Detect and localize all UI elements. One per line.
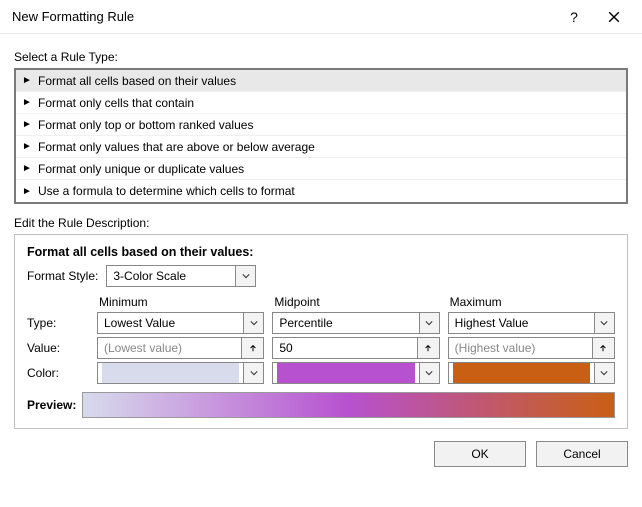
- arrow-icon: ►: [22, 97, 34, 108]
- help-button[interactable]: ?: [554, 3, 594, 31]
- dialog-content: Select a Rule Type: ► Format all cells b…: [0, 34, 642, 429]
- rule-type-item[interactable]: ► Format only cells that contain: [16, 92, 626, 114]
- range-picker-button[interactable]: [242, 337, 264, 359]
- rule-type-text: Format only unique or duplicate values: [38, 162, 244, 176]
- color-mid-swatch: [277, 363, 414, 383]
- type-max-value: Highest Value: [449, 316, 594, 330]
- chevron-down-icon: [419, 363, 439, 383]
- rule-type-text: Format only top or bottom ranked values: [38, 118, 253, 132]
- value-mid-text: 50: [273, 341, 416, 355]
- column-max-label: Maximum: [448, 295, 615, 309]
- dialog-title: New Formatting Rule: [12, 9, 554, 24]
- arrow-icon: ►: [22, 163, 34, 174]
- column-mid-label: Midpoint: [272, 295, 439, 309]
- rule-type-item[interactable]: ► Use a formula to determine which cells…: [16, 180, 626, 202]
- rule-description-box: Format all cells based on their values: …: [14, 234, 628, 429]
- value-max-placeholder: (Highest value): [449, 341, 592, 355]
- range-picker-button[interactable]: [418, 337, 440, 359]
- type-row-label: Type:: [27, 316, 89, 330]
- edit-rule-description-label: Edit the Rule Description:: [14, 216, 628, 230]
- type-max-select[interactable]: Highest Value: [448, 312, 615, 334]
- format-style-label: Format Style:: [27, 269, 98, 283]
- preview-label: Preview:: [27, 398, 76, 412]
- value-mid-input[interactable]: 50: [272, 337, 417, 359]
- chevron-down-icon: [243, 363, 263, 383]
- chevron-down-icon: [235, 266, 255, 286]
- chevron-down-icon: [419, 313, 439, 333]
- rule-type-text: Format only cells that contain: [38, 96, 194, 110]
- titlebar: New Formatting Rule ?: [0, 0, 642, 34]
- color-min-swatch: [102, 363, 239, 383]
- color-max-select[interactable]: [448, 362, 615, 384]
- rule-type-item[interactable]: ► Format only values that are above or b…: [16, 136, 626, 158]
- arrow-icon: ►: [22, 141, 34, 152]
- range-picker-icon: [249, 344, 257, 352]
- ok-button[interactable]: OK: [434, 441, 526, 467]
- chevron-down-icon: [594, 313, 614, 333]
- value-max-input[interactable]: (Highest value): [448, 337, 593, 359]
- type-mid-select[interactable]: Percentile: [272, 312, 439, 334]
- range-picker-button[interactable]: [593, 337, 615, 359]
- type-mid-value: Percentile: [273, 316, 418, 330]
- color-row-label: Color:: [27, 366, 89, 380]
- value-min-input[interactable]: (Lowest value): [97, 337, 242, 359]
- rule-type-item[interactable]: ► Format only top or bottom ranked value…: [16, 114, 626, 136]
- preview-gradient: [82, 392, 615, 418]
- color-min-select[interactable]: [97, 362, 264, 384]
- range-picker-icon: [424, 344, 432, 352]
- arrow-icon: ►: [22, 75, 34, 86]
- value-min-placeholder: (Lowest value): [98, 341, 241, 355]
- color-mid-select[interactable]: [272, 362, 439, 384]
- dialog-buttons: OK Cancel: [0, 429, 642, 481]
- cancel-button[interactable]: Cancel: [536, 441, 628, 467]
- arrow-icon: ►: [22, 119, 34, 130]
- rule-type-text: Use a formula to determine which cells t…: [38, 184, 295, 198]
- type-min-value: Lowest Value: [98, 316, 243, 330]
- format-style-value: 3-Color Scale: [107, 269, 235, 283]
- arrow-icon: ►: [22, 186, 34, 197]
- rule-type-item[interactable]: ► Format only unique or duplicate values: [16, 158, 626, 180]
- type-min-select[interactable]: Lowest Value: [97, 312, 264, 334]
- rule-type-text: Format all cells based on their values: [38, 74, 236, 88]
- select-rule-type-label: Select a Rule Type:: [14, 50, 628, 64]
- range-picker-icon: [599, 344, 607, 352]
- rule-type-text: Format only values that are above or bel…: [38, 140, 315, 154]
- value-row-label: Value:: [27, 341, 89, 355]
- format-style-select[interactable]: 3-Color Scale: [106, 265, 256, 287]
- description-heading: Format all cells based on their values:: [27, 245, 615, 259]
- rule-type-item[interactable]: ► Format all cells based on their values: [16, 70, 626, 92]
- close-button[interactable]: [594, 3, 634, 31]
- color-max-swatch: [453, 363, 590, 383]
- close-icon: [608, 11, 620, 23]
- chevron-down-icon: [594, 363, 614, 383]
- column-min-label: Minimum: [97, 295, 264, 309]
- chevron-down-icon: [243, 313, 263, 333]
- rule-type-list[interactable]: ► Format all cells based on their values…: [14, 68, 628, 204]
